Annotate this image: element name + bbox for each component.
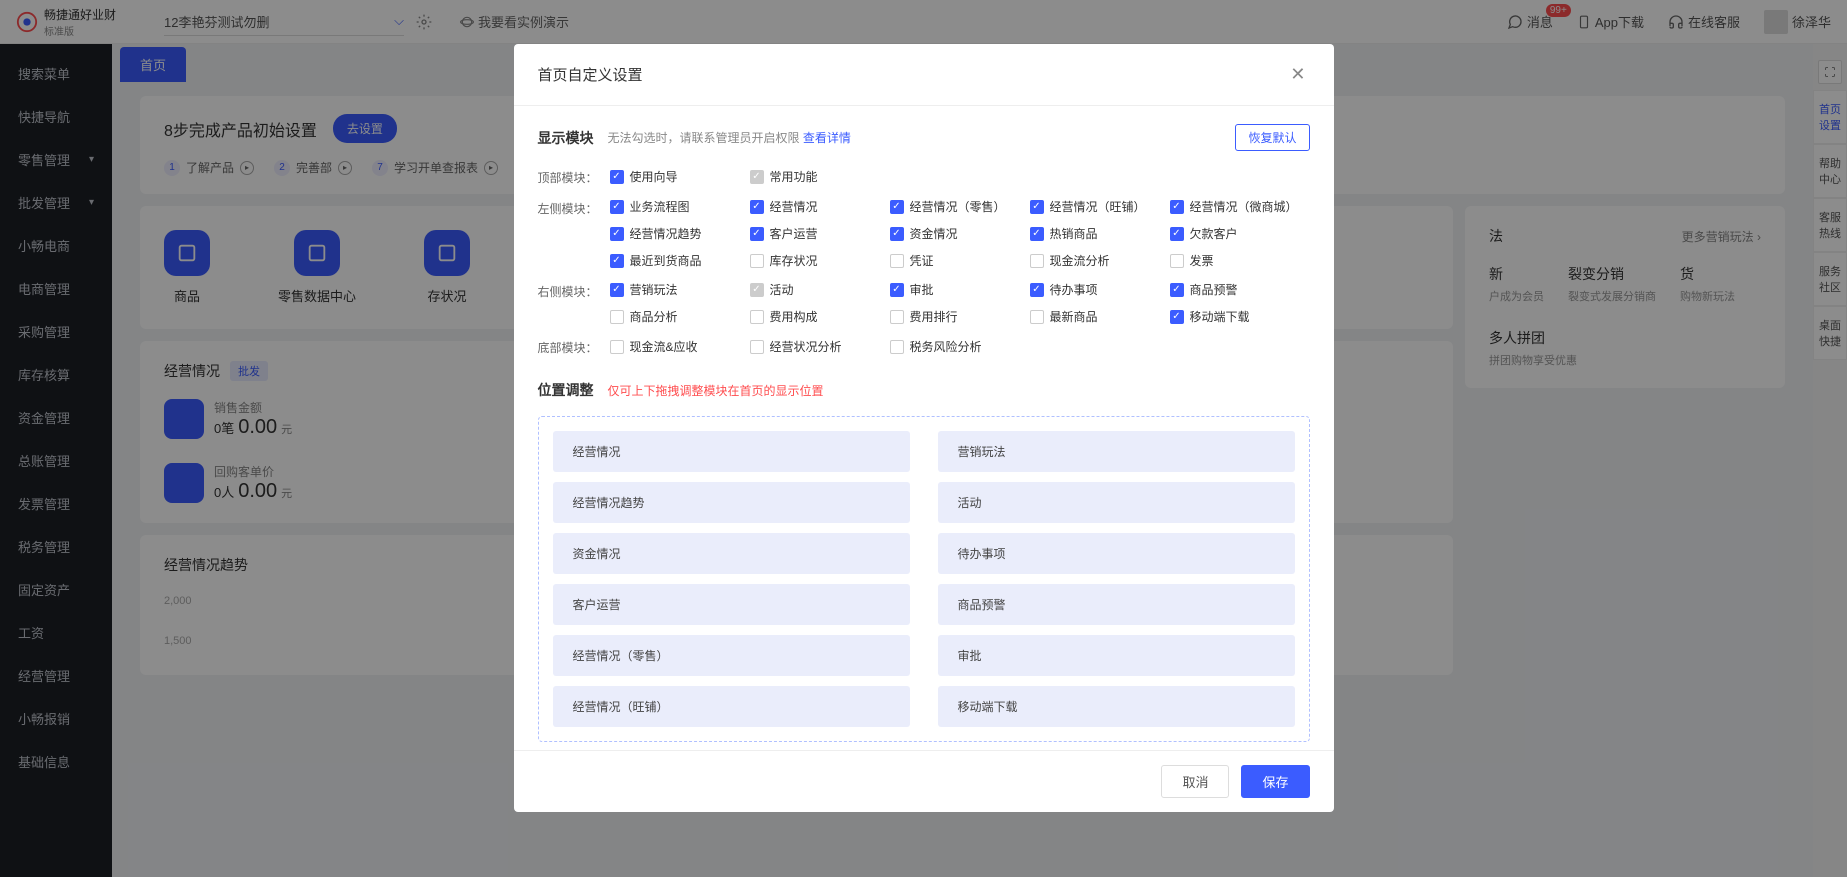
checkbox-item[interactable]: 经营情况（旺铺）	[1030, 198, 1170, 215]
checkbox[interactable]	[1030, 310, 1044, 324]
checkbox[interactable]	[750, 200, 764, 214]
checkbox[interactable]	[1170, 254, 1184, 268]
save-button[interactable]: 保存	[1241, 765, 1309, 798]
checkbox[interactable]	[890, 310, 904, 324]
checkbox-item[interactable]: 审批	[890, 281, 1030, 298]
checkbox-group: 右侧模块：营销玩法活动审批待办事项商品预警商品分析费用构成费用排行最新商品移动端…	[538, 281, 1310, 325]
checkbox[interactable]	[1030, 254, 1044, 268]
checkbox-item[interactable]: 经营情况	[750, 198, 890, 215]
checkbox-item[interactable]: 费用构成	[750, 308, 890, 325]
group-label: 底部模块：	[538, 337, 610, 356]
checkbox[interactable]	[610, 340, 624, 354]
checkbox-item[interactable]: 营销玩法	[610, 281, 750, 298]
display-modules-hint: 无法勾选时，请联系管理员开启权限 查看详情	[608, 129, 851, 146]
modal-mask[interactable]: 首页自定义设置 ✕ 显示模块 无法勾选时，请联系管理员开启权限 查看详情 恢复默…	[0, 0, 1847, 877]
checkbox[interactable]	[890, 340, 904, 354]
checkbox[interactable]	[890, 227, 904, 241]
checkbox-item[interactable]: 业务流程图	[610, 198, 750, 215]
drag-module[interactable]: 经营情况（零售）	[553, 635, 910, 676]
checkbox[interactable]	[890, 254, 904, 268]
checkbox-group: 底部模块：现金流&应收经营状况分析税务风险分析	[538, 337, 1310, 356]
checkbox-group: 左侧模块：业务流程图经营情况经营情况（零售）经营情况（旺铺）经营情况（微商城） 经…	[538, 198, 1310, 269]
checkbox-group: 顶部模块：使用向导常用功能	[538, 167, 1310, 186]
checkbox-item[interactable]: 凭证	[890, 252, 1030, 269]
checkbox	[750, 170, 764, 184]
drag-module[interactable]: 经营情况	[553, 431, 910, 472]
drag-module[interactable]: 移动端下载	[938, 686, 1295, 727]
restore-default-button[interactable]: 恢复默认	[1235, 124, 1309, 151]
checkbox[interactable]	[610, 227, 624, 241]
checkbox-item[interactable]: 最近到货商品	[610, 252, 750, 269]
checkbox-item[interactable]: 经营情况（零售）	[890, 198, 1030, 215]
checkbox-item[interactable]: 商品分析	[610, 308, 750, 325]
checkbox-item[interactable]: 商品预警	[1170, 281, 1310, 298]
checkbox	[750, 283, 764, 297]
checkbox-item[interactable]: 费用排行	[890, 308, 1030, 325]
drag-module[interactable]: 待办事项	[938, 533, 1295, 574]
checkbox-item[interactable]: 客户运营	[750, 225, 890, 242]
checkbox[interactable]	[610, 200, 624, 214]
checkbox-item[interactable]: 经营情况（微商城）	[1170, 198, 1310, 215]
checkbox[interactable]	[610, 254, 624, 268]
drag-module[interactable]: 活动	[938, 482, 1295, 523]
checkbox-item[interactable]: 欠款客户	[1170, 225, 1310, 242]
checkbox[interactable]	[1030, 200, 1044, 214]
checkbox[interactable]	[750, 227, 764, 241]
display-modules-title: 显示模块	[538, 128, 594, 148]
group-label: 顶部模块：	[538, 167, 610, 186]
view-details-link[interactable]: 查看详情	[803, 131, 851, 145]
drag-module[interactable]: 经营情况趋势	[553, 482, 910, 523]
checkbox-item[interactable]: 热销商品	[1030, 225, 1170, 242]
checkbox-item[interactable]: 资金情况	[890, 225, 1030, 242]
position-hint: 仅可上下拖拽调整模块在首页的显示位置	[608, 382, 824, 399]
checkbox[interactable]	[750, 254, 764, 268]
checkbox[interactable]	[1030, 227, 1044, 241]
checkbox-item[interactable]: 库存状况	[750, 252, 890, 269]
drag-module[interactable]: 营销玩法	[938, 431, 1295, 472]
drag-module[interactable]: 客户运营	[553, 584, 910, 625]
checkbox-item[interactable]: 现金流分析	[1030, 252, 1170, 269]
modal-header: 首页自定义设置 ✕	[514, 44, 1334, 106]
checkbox[interactable]	[610, 310, 624, 324]
modal-footer: 取消 保存	[514, 750, 1334, 812]
checkbox-item[interactable]: 经营情况趋势	[610, 225, 750, 242]
checkbox-item: 活动	[750, 281, 890, 298]
checkbox[interactable]	[750, 310, 764, 324]
checkbox[interactable]	[1170, 200, 1184, 214]
checkbox[interactable]	[890, 200, 904, 214]
modal-title: 首页自定义设置	[538, 64, 643, 85]
cancel-button[interactable]: 取消	[1161, 765, 1229, 798]
checkbox-item[interactable]: 待办事项	[1030, 281, 1170, 298]
checkbox[interactable]	[750, 340, 764, 354]
checkbox[interactable]	[1170, 283, 1184, 297]
close-icon[interactable]: ✕	[1286, 60, 1309, 89]
checkbox[interactable]	[610, 170, 624, 184]
checkbox[interactable]	[1170, 310, 1184, 324]
drag-area: 经营情况营销玩法经营情况趋势活动资金情况待办事项客户运营商品预警经营情况（零售）…	[538, 416, 1310, 742]
checkbox-item[interactable]: 发票	[1170, 252, 1310, 269]
checkbox-item[interactable]: 最新商品	[1030, 308, 1170, 325]
checkbox-item[interactable]: 经营状况分析	[750, 337, 890, 356]
drag-module[interactable]: 经营情况（旺铺）	[553, 686, 910, 727]
position-title: 位置调整	[538, 380, 594, 400]
group-label: 左侧模块：	[538, 198, 610, 269]
drag-module[interactable]: 审批	[938, 635, 1295, 676]
checkbox-item[interactable]: 移动端下载	[1170, 308, 1310, 325]
checkbox[interactable]	[1170, 227, 1184, 241]
checkbox-item[interactable]: 使用向导	[610, 167, 750, 186]
drag-module[interactable]: 资金情况	[553, 533, 910, 574]
modal-body: 显示模块 无法勾选时，请联系管理员开启权限 查看详情 恢复默认 顶部模块：使用向…	[514, 106, 1334, 750]
checkbox-item: 常用功能	[750, 167, 890, 186]
checkbox-item[interactable]: 税务风险分析	[890, 337, 1030, 356]
checkbox[interactable]	[1030, 283, 1044, 297]
homepage-settings-modal: 首页自定义设置 ✕ 显示模块 无法勾选时，请联系管理员开启权限 查看详情 恢复默…	[514, 44, 1334, 812]
drag-module[interactable]: 商品预警	[938, 584, 1295, 625]
checkbox-item[interactable]: 现金流&应收	[610, 337, 750, 356]
group-label: 右侧模块：	[538, 281, 610, 325]
checkbox[interactable]	[890, 283, 904, 297]
checkbox[interactable]	[610, 283, 624, 297]
